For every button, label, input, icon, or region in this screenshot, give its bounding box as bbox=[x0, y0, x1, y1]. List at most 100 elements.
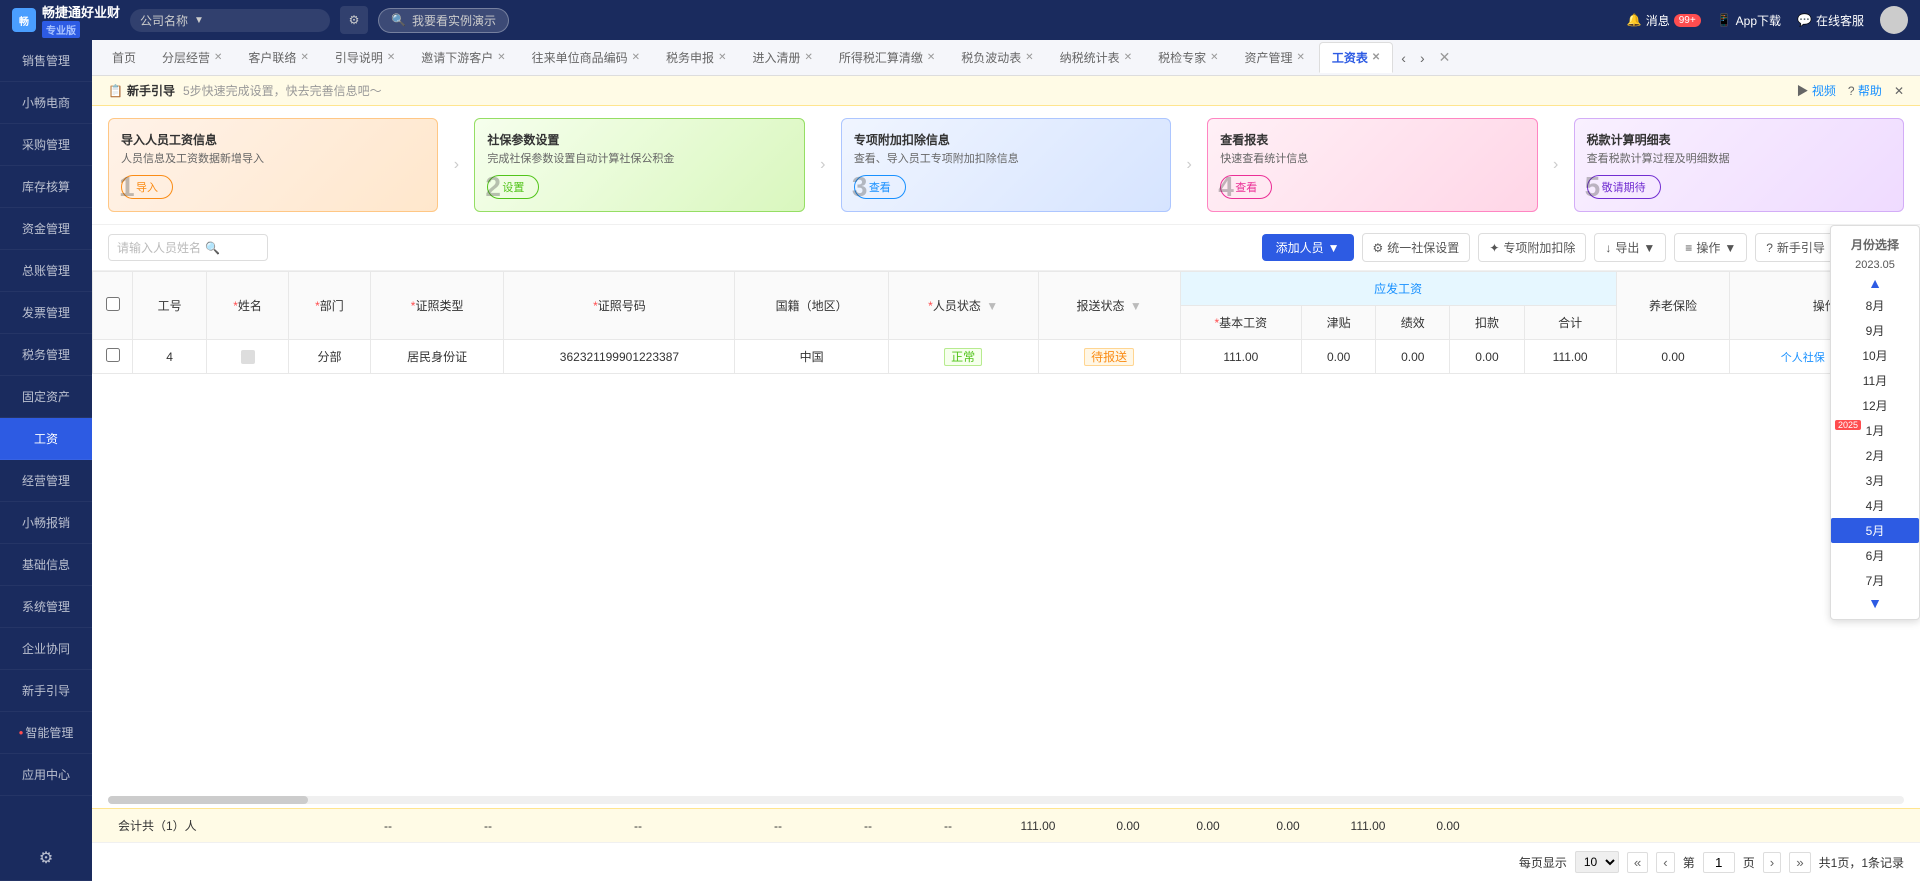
sidebar-item-operations[interactable]: 经营管理 bbox=[0, 460, 92, 502]
message-btn[interactable]: 🔔 消息 99+ bbox=[1627, 12, 1701, 29]
content-area: 首页 分层经营 ✕ 客户联络 ✕ 引导说明 ✕ 邀请下游客户 ✕ 往来单位商品编… bbox=[92, 40, 1920, 881]
sidebar-item-basic-info[interactable]: 基础信息 bbox=[0, 544, 92, 586]
sidebar-item-settings-gear[interactable]: ⚙ bbox=[0, 836, 92, 881]
month-item-4[interactable]: 4月 bbox=[1831, 493, 1919, 518]
tab-close-tax-expert[interactable]: ✕ bbox=[1210, 52, 1218, 63]
tab-close-tax-reduce[interactable]: ✕ bbox=[1025, 52, 1033, 63]
tab-close-tax-stat[interactable]: ✕ bbox=[1124, 52, 1132, 63]
month-item-7[interactable]: 7月 bbox=[1831, 568, 1919, 593]
tab-prev-btn[interactable]: ‹ bbox=[1395, 48, 1412, 68]
company-selector[interactable]: 公司名称 ▼ bbox=[130, 9, 330, 32]
scrollbar-thumb[interactable] bbox=[108, 796, 308, 804]
help-link[interactable]: ? 帮助 bbox=[1848, 82, 1882, 99]
tab-tax-expert[interactable]: 税检专家 ✕ bbox=[1146, 43, 1230, 72]
sidebar-item-purchase[interactable]: 采购管理 bbox=[0, 124, 92, 166]
tab-close-tax-report[interactable]: ✕ bbox=[718, 52, 726, 63]
month-item-11[interactable]: 11月 bbox=[1831, 368, 1919, 393]
unified-settings-btn[interactable]: ⚙ 统一社保设置 bbox=[1362, 233, 1471, 262]
tab-tax-report[interactable]: 税务申报 ✕ bbox=[654, 43, 738, 72]
footer-status: -- bbox=[828, 819, 908, 833]
tab-next-btn[interactable]: › bbox=[1414, 48, 1431, 68]
month-item-5[interactable]: 5月 bbox=[1831, 518, 1919, 543]
new-guide-btn[interactable]: ? 新手引导 bbox=[1755, 233, 1836, 262]
sidebar-item-app-center[interactable]: 应用中心 bbox=[0, 754, 92, 796]
tab-close-partition[interactable]: ✕ bbox=[214, 52, 222, 63]
tab-payroll[interactable]: 工资表 ✕ bbox=[1319, 42, 1393, 73]
tab-close-clearance[interactable]: ✕ bbox=[804, 52, 812, 63]
tab-close-customer[interactable]: ✕ bbox=[300, 52, 308, 63]
sidebar-item-xiaochang-sales[interactable]: 小畅报销 bbox=[0, 502, 92, 544]
sidebar-item-invoice[interactable]: 发票管理 bbox=[0, 292, 92, 334]
tab-close-assets[interactable]: ✕ bbox=[1297, 52, 1305, 63]
month-item-12[interactable]: 12月 bbox=[1831, 393, 1919, 418]
sidebar-item-inventory[interactable]: 库存核算 bbox=[0, 166, 92, 208]
top-search-bar[interactable]: 🔍 我要看实例演示 bbox=[378, 8, 509, 33]
sidebar-item-tax[interactable]: 税务管理 bbox=[0, 334, 92, 376]
sidebar-item-capital[interactable]: 资金管理 bbox=[0, 208, 92, 250]
month-item-8[interactable]: 8月 bbox=[1831, 293, 1919, 318]
select-all-checkbox[interactable] bbox=[106, 297, 120, 311]
tab-guide-desc[interactable]: 引导说明 ✕ bbox=[323, 43, 407, 72]
sidebar-item-sales[interactable]: 销售管理 bbox=[0, 40, 92, 82]
month-item-6[interactable]: 6月 bbox=[1831, 543, 1919, 568]
tab-tax-stat[interactable]: 纳税统计表 ✕ bbox=[1048, 43, 1144, 72]
month-item-9[interactable]: 9月 bbox=[1831, 318, 1919, 343]
personal-social-btn[interactable]: 个人社保 bbox=[1781, 352, 1825, 364]
operations-btn[interactable]: ≡ 操作 ▼ bbox=[1674, 233, 1747, 262]
last-page-btn[interactable]: » bbox=[1789, 852, 1810, 873]
special-deduction-btn[interactable]: ✦ 专项附加扣除 bbox=[1478, 233, 1586, 262]
tab-home[interactable]: 首页 bbox=[100, 43, 148, 72]
guide-close-btn[interactable]: ✕ bbox=[1894, 84, 1904, 98]
horizontal-scrollbar[interactable] bbox=[108, 796, 1904, 804]
avatar[interactable] bbox=[1880, 6, 1908, 34]
sidebar-item-system[interactable]: 系统管理 bbox=[0, 586, 92, 628]
export-btn[interactable]: ↓ 导出 ▼ bbox=[1594, 233, 1666, 262]
sidebar-item-guide[interactable]: 新手引导 bbox=[0, 670, 92, 712]
video-link[interactable]: ▶ 视频 bbox=[1797, 82, 1836, 99]
month-down-btn[interactable]: ▼ bbox=[1860, 593, 1890, 613]
month-item-3[interactable]: 3月 bbox=[1831, 468, 1919, 493]
month-item-10[interactable]: 10月 bbox=[1831, 343, 1919, 368]
search-input-wrapper[interactable]: 请输入人员姓名 🔍 bbox=[108, 234, 268, 261]
tab-close-invite[interactable]: ✕ bbox=[497, 52, 505, 63]
tab-tax-reduce[interactable]: 税负波动表 ✕ bbox=[949, 43, 1045, 72]
tab-close-guide-desc[interactable]: ✕ bbox=[387, 52, 395, 63]
tab-tax-calc[interactable]: 所得税汇算清缴 ✕ bbox=[827, 43, 947, 72]
row-select-checkbox[interactable] bbox=[106, 348, 120, 362]
tab-invite[interactable]: 邀请下游客户 ✕ bbox=[409, 43, 517, 72]
add-employee-btn[interactable]: 添加人员 ▼ bbox=[1262, 234, 1354, 261]
sidebar-item-enterprise[interactable]: 企业协同 bbox=[0, 628, 92, 670]
tab-close-tax-calc[interactable]: ✕ bbox=[927, 52, 935, 63]
first-page-btn[interactable]: « bbox=[1627, 852, 1648, 873]
service-icon: 💬 bbox=[1797, 13, 1812, 27]
tab-assets[interactable]: 资产管理 ✕ bbox=[1232, 43, 1316, 72]
month-item-2[interactable]: 2月 bbox=[1831, 443, 1919, 468]
status-filter-icon[interactable]: ▼ bbox=[986, 299, 998, 313]
tab-goods-code[interactable]: 往来单位商品编码 ✕ bbox=[520, 43, 652, 72]
page-number-input[interactable] bbox=[1703, 852, 1735, 873]
month-up-btn[interactable]: ▲ bbox=[1860, 273, 1890, 293]
tab-close-payroll[interactable]: ✕ bbox=[1372, 52, 1380, 63]
tab-clearance[interactable]: 进入清册 ✕ bbox=[740, 43, 824, 72]
app-download-btn[interactable]: 📱 App下载 bbox=[1717, 12, 1781, 29]
sidebar-item-ledger[interactable]: 总账管理 bbox=[0, 250, 92, 292]
send-status-filter-icon[interactable]: ▼ bbox=[1130, 299, 1142, 313]
sidebar-item-payroll[interactable]: 工资 bbox=[0, 418, 92, 460]
sidebar-item-smart[interactable]: ●智能管理 bbox=[0, 712, 92, 754]
step-3-desc: 查看、导入员工专项附加扣除信息 bbox=[854, 152, 1158, 167]
tab-close-goods-code[interactable]: ✕ bbox=[632, 52, 640, 63]
table-container: 工号 *姓名 *部门 *证照类型 *证照号码 国籍（地区） *人员状态 ▼ 报送… bbox=[92, 271, 1920, 792]
tab-customer[interactable]: 客户联络 ✕ bbox=[236, 43, 320, 72]
prev-page-btn[interactable]: ‹ bbox=[1656, 852, 1674, 873]
year-2025-badge: 2025 bbox=[1835, 420, 1861, 430]
search-icon[interactable]: 🔍 bbox=[205, 241, 220, 255]
tab-close-all-btn[interactable]: ✕ bbox=[1433, 47, 1457, 68]
sidebar-item-fixed-assets[interactable]: 固定资产 bbox=[0, 376, 92, 418]
online-service-btn[interactable]: 💬 在线客服 bbox=[1797, 12, 1864, 29]
footer-allowance: 0.00 bbox=[1088, 819, 1168, 833]
tab-partition[interactable]: 分层经营 ✕ bbox=[150, 43, 234, 72]
next-page-btn[interactable]: › bbox=[1763, 852, 1781, 873]
settings-icon[interactable]: ⚙ bbox=[340, 6, 368, 34]
sidebar-item-xiaochang-ec[interactable]: 小畅电商 bbox=[0, 82, 92, 124]
page-size-select[interactable]: 10 20 50 bbox=[1575, 851, 1619, 873]
